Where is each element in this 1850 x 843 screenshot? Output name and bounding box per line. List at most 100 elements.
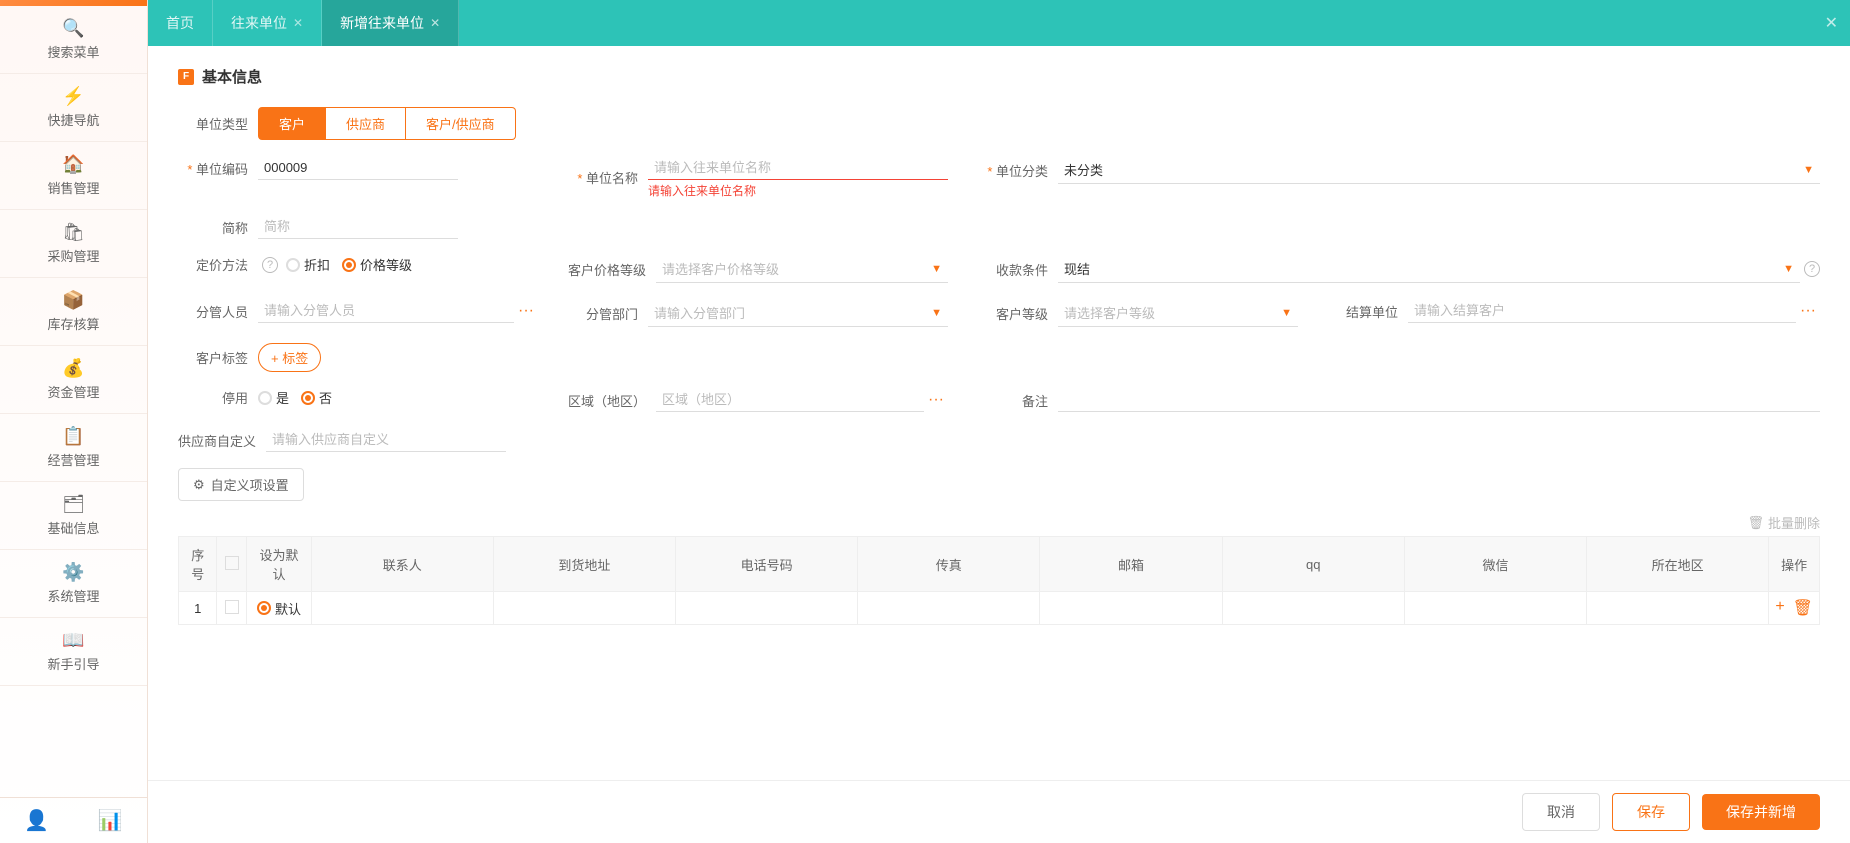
payment-help-icon[interactable]: ?: [1804, 261, 1820, 277]
sidebar-item-basic-info-label: 基础信息: [47, 518, 99, 537]
region-input[interactable]: [656, 388, 924, 412]
chevron-level-icon: ▼: [1281, 307, 1292, 319]
customer-level-select[interactable]: 请选择客户等级 ▼: [1058, 299, 1298, 327]
remark-input[interactable]: [1058, 388, 1820, 412]
department-group: 分管部门 请输入分管部门 ▼: [568, 299, 948, 327]
type-btn-supplier[interactable]: 供应商: [326, 107, 406, 140]
disabled-row: 停用 是 否 区域（地区） ···: [178, 388, 1820, 412]
settlement-more-icon[interactable]: ···: [1796, 302, 1820, 320]
region-table-input[interactable]: [1593, 601, 1762, 616]
department-select[interactable]: 请输入分管部门 ▼: [648, 299, 948, 327]
row-checkbox[interactable]: [225, 600, 239, 614]
pricing-radio-level[interactable]: 价格等级: [342, 255, 412, 274]
payment-terms-value: 现结: [1064, 259, 1090, 278]
address-input[interactable]: [500, 601, 669, 616]
col-default: 设为默认: [247, 537, 311, 592]
pricing-radio-discount[interactable]: 折扣: [286, 255, 330, 274]
unit-category-select[interactable]: 未分类 ▼: [1058, 156, 1820, 184]
tab-partner-list[interactable]: 往来单位 ✕: [213, 0, 322, 46]
unit-name-input[interactable]: [648, 156, 948, 180]
cell-region[interactable]: [1587, 592, 1769, 625]
sidebar-item-quick-nav[interactable]: ⚡ 快捷导航: [0, 74, 147, 142]
phone-input[interactable]: [682, 601, 851, 616]
table-row: 1 默认: [179, 592, 1820, 625]
tab-new-partner-close[interactable]: ✕: [430, 16, 440, 30]
supervisor-label: 分管人员: [178, 302, 258, 321]
trash-icon: 🗑: [1747, 515, 1764, 531]
sidebar-item-basic-info[interactable]: 🗂 基础信息: [0, 482, 147, 550]
add-row-icon[interactable]: +: [1775, 598, 1784, 618]
unit-code-label: 单位编码: [178, 159, 258, 178]
sidebar-item-purchase[interactable]: 🛍 采购管理: [0, 210, 147, 278]
save-and-new-button[interactable]: 保存并新增: [1702, 794, 1820, 830]
guide-icon: 📖: [62, 630, 84, 651]
cell-seq: 1: [179, 592, 217, 625]
shortname-group: 简称: [178, 215, 538, 239]
cell-contact[interactable]: [311, 592, 493, 625]
region-more-icon[interactable]: ···: [924, 391, 948, 409]
payment-terms-select[interactable]: 现结 ▼: [1058, 255, 1800, 283]
cell-qq[interactable]: [1222, 592, 1404, 625]
disabled-no-label: 否: [319, 388, 332, 407]
type-btn-customer[interactable]: 客户: [258, 107, 326, 140]
fax-input[interactable]: [864, 601, 1033, 616]
remark-label: 备注: [978, 391, 1058, 410]
batch-delete-button[interactable]: 🗑 批量删除: [1747, 513, 1820, 532]
unit-category-label: 单位分类: [978, 161, 1058, 180]
tab-home[interactable]: 首页: [148, 0, 213, 46]
save-button[interactable]: 保存: [1612, 793, 1690, 831]
customer-level-group: 客户等级 请选择客户等级 ▼: [978, 299, 1298, 327]
shortname-input[interactable]: [258, 215, 458, 239]
cell-phone[interactable]: [676, 592, 858, 625]
supplier-custom-input[interactable]: [266, 428, 506, 452]
user-icon[interactable]: 👤: [24, 808, 49, 833]
col-seq: 序号: [179, 537, 217, 592]
stats-icon[interactable]: 📊: [98, 808, 123, 833]
type-btn-both[interactable]: 客户/供应商: [406, 107, 516, 140]
cell-default: 默认: [247, 592, 311, 625]
add-tag-button[interactable]: + 标签: [258, 343, 321, 372]
sidebar-item-system[interactable]: ⚙️ 系统管理: [0, 550, 147, 618]
pricing-label: 定价方法: [178, 255, 258, 274]
tab-partner-list-close[interactable]: ✕: [293, 16, 303, 30]
sidebar-item-guide[interactable]: 📖 新手引导: [0, 618, 147, 686]
sidebar-item-operations-label: 经营管理: [47, 450, 99, 469]
cell-wechat[interactable]: [1404, 592, 1586, 625]
cell-fax[interactable]: [858, 592, 1040, 625]
cell-email[interactable]: [1040, 592, 1222, 625]
close-all-tabs[interactable]: ✕: [1825, 13, 1838, 33]
contact-input[interactable]: [318, 601, 487, 616]
cell-address[interactable]: [493, 592, 675, 625]
wechat-input[interactable]: [1411, 601, 1580, 616]
pricing-help-icon[interactable]: ?: [262, 257, 278, 273]
sidebar-item-search[interactable]: 🔍 搜索菜单: [0, 6, 147, 74]
tab-bar: 首页 往来单位 ✕ 新增往来单位 ✕ ✕: [148, 0, 1850, 46]
sales-icon: 🏠: [62, 154, 84, 175]
supervisor-more-icon[interactable]: ···: [514, 302, 538, 320]
customer-price-select[interactable]: 请选择客户价格等级 ▼: [656, 255, 948, 283]
disabled-no-radio[interactable]: 否: [301, 388, 332, 407]
delete-row-icon[interactable]: 🗑: [1793, 598, 1813, 618]
tab-new-partner[interactable]: 新增往来单位 ✕: [322, 0, 459, 46]
disabled-yes-radio[interactable]: 是: [258, 388, 289, 407]
shortname-row: 简称: [178, 215, 1820, 239]
sidebar-item-operations[interactable]: 📋 经营管理: [0, 414, 147, 482]
content-area: F 基本信息 单位类型 客户 供应商 客户/供应商 单位编码 单位名称: [148, 46, 1850, 780]
qq-input[interactable]: [1229, 601, 1398, 616]
settlement-input[interactable]: [1408, 299, 1796, 323]
sidebar-item-finance[interactable]: 💰 资金管理: [0, 346, 147, 414]
region-group: 区域（地区） ···: [568, 388, 948, 412]
default-radio[interactable]: 默认: [253, 599, 304, 618]
sidebar-item-inventory[interactable]: 📦 库存核算: [0, 278, 147, 346]
customer-tag-label: 客户标签: [178, 348, 258, 367]
radio-no-circle: [301, 391, 315, 405]
supervisor-input[interactable]: [258, 299, 514, 323]
select-all-checkbox[interactable]: [225, 556, 239, 570]
cancel-button[interactable]: 取消: [1522, 793, 1600, 831]
sidebar-bottom-bar: 👤 📊: [0, 797, 147, 843]
section-header: F 基本信息: [178, 66, 1820, 87]
sidebar-item-sales[interactable]: 🏠 销售管理: [0, 142, 147, 210]
email-input[interactable]: [1046, 601, 1215, 616]
unit-code-input[interactable]: [258, 156, 458, 180]
custom-settings-button[interactable]: ⚙ 自定义项设置: [178, 468, 304, 501]
